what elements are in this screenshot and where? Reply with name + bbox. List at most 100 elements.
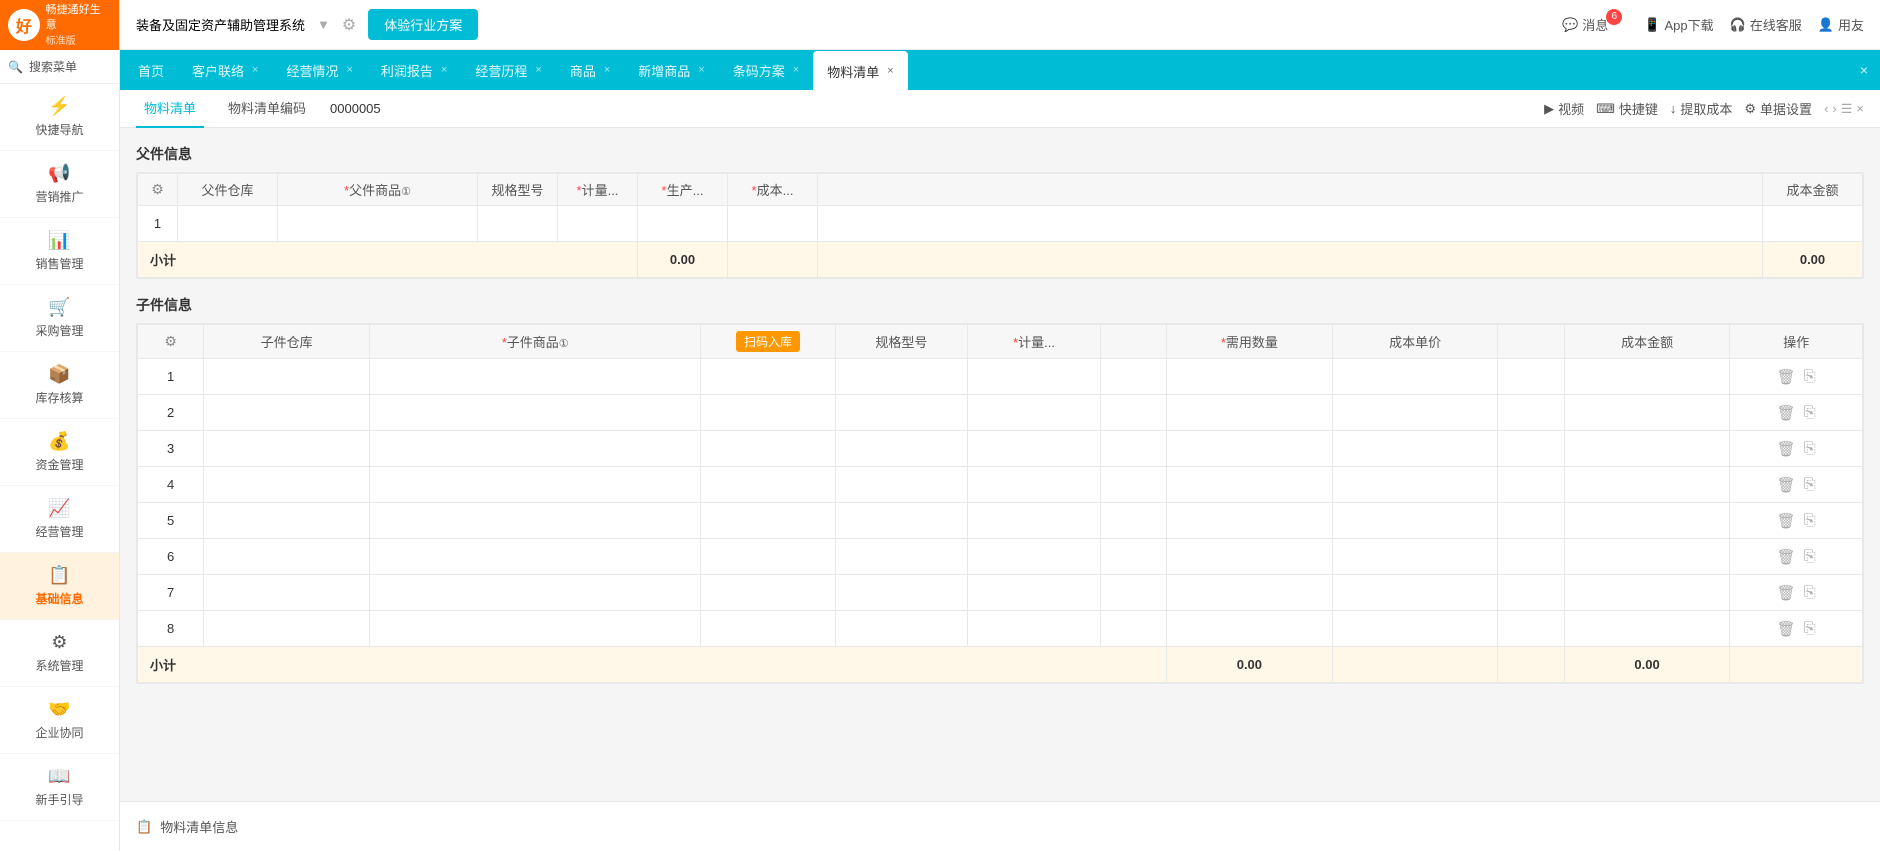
child-row-6: 6 🗑 ⎘ (138, 539, 1863, 575)
logo-sub: 标准版 (46, 32, 111, 47)
child-gear-icon[interactable]: ⚙ (164, 333, 177, 349)
tab-barcode-label: 条码方案 (733, 61, 785, 80)
parent-row-1-cost[interactable] (728, 206, 818, 242)
message-action[interactable]: 💬 消息 6 (1562, 15, 1628, 34)
parent-row-1-product[interactable] (278, 206, 478, 242)
scan-button[interactable]: 扫码入库 (736, 331, 800, 352)
sidebar-item-inventory[interactable]: 📦 库存核算 (0, 352, 119, 419)
copy-icon-8[interactable]: ⎘ (1804, 620, 1816, 637)
sidebar-item-newguide[interactable]: 📖 新手引导 (0, 754, 119, 821)
parent-row-1-warehouse[interactable] (178, 206, 278, 242)
parent-row-1-spacer (818, 206, 1763, 242)
tab-history-label: 经营历程 (475, 61, 527, 80)
child-row-1-warehouse[interactable] (204, 359, 370, 395)
tab-goods-close[interactable]: × (604, 64, 610, 76)
child-row-1-need[interactable] (1167, 359, 1333, 395)
child-row-1-spec[interactable] (835, 359, 968, 395)
online-service-action[interactable]: 🎧 在线客服 (1730, 15, 1802, 34)
parent-row-1-spec[interactable] (478, 206, 558, 242)
delete-icon-3[interactable]: 🗑 (1777, 440, 1796, 458)
delete-icon-7[interactable]: 🗑 (1777, 584, 1796, 602)
child-row-1-product[interactable] (369, 359, 700, 395)
tab-customer[interactable]: 客户联络 × (178, 50, 272, 90)
subtab-bom-code[interactable]: 物料清单编码 (220, 90, 314, 128)
parent-th-amount: 成本金额 (1763, 174, 1863, 206)
subtab-bom-list[interactable]: 物料清单 (136, 90, 204, 128)
sidebar-item-collab[interactable]: 🤝 企业协同 (0, 687, 119, 754)
sidebar-item-marketing[interactable]: 📢 营销推广 (0, 151, 119, 218)
tab-profit-label: 利润报告 (381, 61, 433, 80)
delete-icon-4[interactable]: 🗑 (1777, 476, 1796, 494)
sidebar-item-purchase[interactable]: 🛒 采购管理 (0, 285, 119, 352)
child-row-1-scan (701, 359, 835, 395)
child-th-product: *子件商品① (369, 325, 700, 359)
sidebar-item-label: 系统管理 (35, 657, 83, 674)
settings-icon[interactable]: ⚙ (342, 15, 356, 35)
tab-barcode-close[interactable]: × (793, 64, 799, 76)
video-action[interactable]: ▶ 视频 (1544, 99, 1584, 118)
video-icon: ▶ (1544, 101, 1554, 117)
child-row-1-unitcost[interactable] (1332, 359, 1498, 395)
delete-icon-1[interactable]: 🗑 (1777, 368, 1796, 386)
sub-header-right: ▶ 视频 ⌨ 快捷键 ↓ 提取成本 ⚙ 单据设置 ‹ › ☰ × (1544, 99, 1864, 118)
copy-icon-2[interactable]: ⎘ (1804, 404, 1816, 421)
copy-icon-4[interactable]: ⎘ (1804, 476, 1816, 493)
parent-th-gear[interactable]: ⚙ (138, 174, 178, 206)
basic-icon: 📋 (48, 565, 70, 586)
parent-row-1-production[interactable] (638, 206, 728, 242)
child-row-1-sp1 (1100, 359, 1166, 395)
tab-barcode[interactable]: 条码方案 × (719, 50, 813, 90)
parent-subtotal-cost (728, 242, 818, 278)
copy-icon-3[interactable]: ⎘ (1804, 440, 1816, 457)
app-download-action[interactable]: 📱 App下载 (1644, 15, 1713, 34)
child-row-8: 8 🗑 ⎘ (138, 611, 1863, 647)
sidebar-item-quicknav[interactable]: ⚡ 快捷导航 (0, 84, 119, 151)
child-th-gear[interactable]: ⚙ (138, 325, 204, 359)
gear-icon[interactable]: ⚙ (151, 181, 164, 197)
prev-icon[interactable]: ‹ (1824, 101, 1828, 116)
delete-icon-6[interactable]: 🗑 (1777, 548, 1796, 566)
sidebar-search[interactable]: 🔍 搜索菜单 (0, 50, 119, 84)
tab-bom-close[interactable]: × (887, 65, 893, 77)
extract-cost-action[interactable]: ↓ 提取成本 (1670, 99, 1733, 118)
tab-history[interactable]: 经营历程 × (461, 50, 555, 90)
docsettings-label: 单据设置 (1760, 99, 1812, 118)
sidebar-item-finance[interactable]: 💰 资金管理 (0, 419, 119, 486)
tab-history-close[interactable]: × (535, 64, 541, 76)
child-subtotal-amount: 0.00 (1564, 647, 1730, 683)
delete-icon-2[interactable]: 🗑 (1777, 404, 1796, 422)
tab-newgoods-close[interactable]: × (698, 64, 704, 76)
sidebar-item-operation[interactable]: 📈 经营管理 (0, 486, 119, 553)
tab-profit-close[interactable]: × (441, 64, 447, 76)
sidebar-item-system[interactable]: ⚙ 系统管理 (0, 620, 119, 687)
tab-customer-close[interactable]: × (252, 64, 258, 76)
trial-button[interactable]: 体验行业方案 (368, 9, 478, 40)
shortcut-action[interactable]: ⌨ 快捷键 (1596, 99, 1658, 118)
tab-operation[interactable]: 经营情况 × (272, 50, 366, 90)
close-icon[interactable]: × (1856, 101, 1864, 116)
tab-goods[interactable]: 商品 × (556, 50, 624, 90)
sidebar-item-sales[interactable]: 📊 销售管理 (0, 218, 119, 285)
copy-icon-5[interactable]: ⎘ (1804, 512, 1816, 529)
user-action[interactable]: 👤 用友 (1818, 15, 1864, 34)
tab-operation-close[interactable]: × (346, 64, 352, 76)
next-icon[interactable]: › (1832, 101, 1836, 116)
copy-icon-6[interactable]: ⎘ (1804, 548, 1816, 565)
child-row-5: 5 🗑 ⎘ (138, 503, 1863, 539)
tab-bom[interactable]: 物料清单 × (813, 51, 907, 90)
tab-home[interactable]: 首页 (124, 50, 178, 90)
parent-row-1-unit[interactable] (558, 206, 638, 242)
doc-settings-action[interactable]: ⚙ 单据设置 (1744, 99, 1812, 118)
delete-icon-8[interactable]: 🗑 (1777, 620, 1796, 638)
copy-icon-7[interactable]: ⎘ (1804, 584, 1816, 601)
copy-icon-1[interactable]: ⎘ (1804, 368, 1816, 385)
child-row-1-unit[interactable] (968, 359, 1101, 395)
search-label: 搜索菜单 (29, 58, 77, 75)
tab-newgoods[interactable]: 新增商品 × (624, 50, 718, 90)
delete-icon-5[interactable]: 🗑 (1777, 512, 1796, 530)
tab-profit[interactable]: 利润报告 × (367, 50, 461, 90)
dropdown-icon[interactable]: ▼ (317, 17, 330, 32)
menu-icon[interactable]: ☰ (1841, 101, 1853, 117)
sidebar-item-basic[interactable]: 📋 基础信息 (0, 553, 119, 620)
nav-close-all[interactable]: × (1852, 62, 1876, 78)
